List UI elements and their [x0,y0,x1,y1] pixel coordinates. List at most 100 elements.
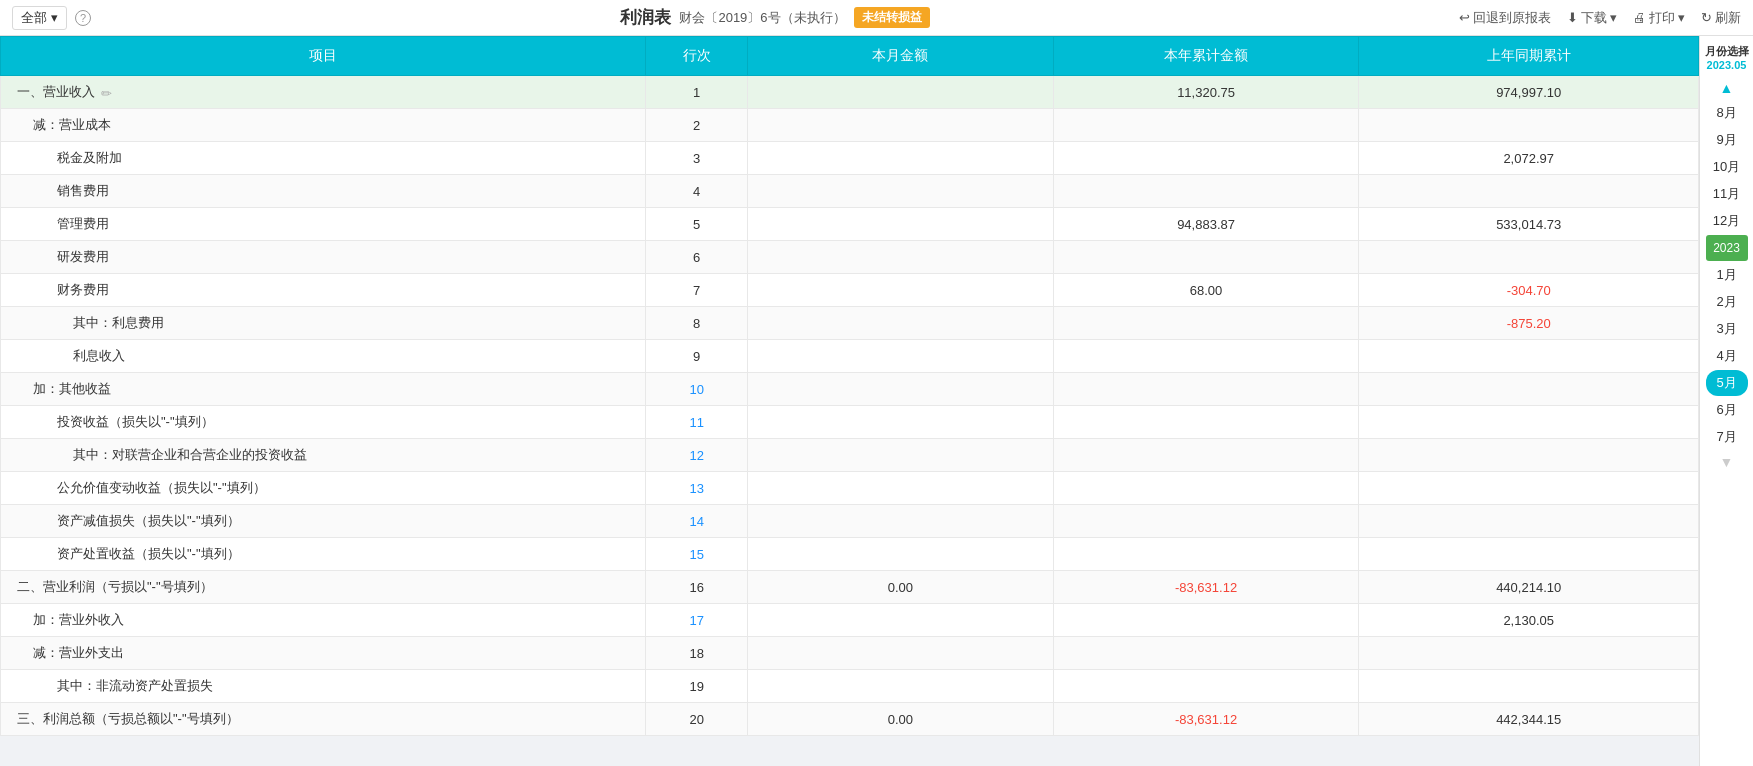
month-item[interactable]: 6月 [1706,397,1748,423]
top-bar-center: 利润表 财会〔2019〕6号（未执行） 未结转损益 [620,6,929,29]
month-item[interactable]: 3月 [1706,316,1748,342]
col-header-month: 本月金额 [748,37,1054,76]
row-num: 17 [646,604,748,637]
col-header-prev: 上年同期累计 [1359,37,1699,76]
row-prev-val: -875.20 [1359,307,1699,340]
month-nav-up[interactable]: ▲ [1713,77,1741,99]
row-num: 18 [646,637,748,670]
scope-selector[interactable]: 全部 ▾ [12,6,67,30]
row-year-val: 11,320.75 [1053,76,1359,109]
print-label: 打印 [1649,9,1675,27]
month-item[interactable]: 12月 [1706,208,1748,234]
month-sidebar-title: 月份选择 2023.05 [1703,40,1751,77]
row-label: 管理费用 [1,208,646,241]
month-item[interactable]: 8月 [1706,100,1748,126]
row-month-val [748,406,1054,439]
row-label: 销售费用 [1,175,646,208]
row-month-val [748,604,1054,637]
row-prev-val [1359,538,1699,571]
refresh-btn[interactable]: ↻ 刷新 [1701,9,1741,27]
report-subtitle: 财会〔2019〕6号（未执行） [679,9,845,27]
row-year-val [1053,373,1359,406]
row-label: 减：营业成本 [1,109,646,142]
row-prev-val: -304.70 [1359,274,1699,307]
row-prev-val [1359,241,1699,274]
main-content: 项目 行次 本月金额 本年累计金额 上年同期累计 一、营业收入✏ 1 11,32… [0,36,1753,766]
table-area: 项目 行次 本月金额 本年累计金额 上年同期累计 一、营业收入✏ 1 11,32… [0,36,1699,766]
unrealized-tag: 未结转损益 [854,7,930,28]
row-month-val [748,208,1054,241]
row-label: 利息收入 [1,340,646,373]
row-month-val: 0.00 [748,571,1054,604]
row-month-val [748,505,1054,538]
print-btn[interactable]: 🖨 打印 ▾ [1633,9,1685,27]
row-month-val [748,175,1054,208]
row-month-val [748,340,1054,373]
edit-icon[interactable]: ✏ [101,86,115,100]
month-item[interactable]: 4月 [1706,343,1748,369]
row-month-val: 0.00 [748,703,1054,736]
row-label: 其中：对联营企业和合营企业的投资收益 [1,439,646,472]
row-month-val [748,241,1054,274]
refresh-label: 刷新 [1715,9,1741,27]
row-month-val [748,373,1054,406]
row-prev-val [1359,472,1699,505]
row-label: 二、营业利润（亏损以"-"号填列） [1,571,646,604]
print-icon: 🖨 [1633,10,1646,25]
back-label: 回退到原报表 [1473,9,1551,27]
row-label: 投资收益（损失以"-"填列） [1,406,646,439]
row-year-val [1053,637,1359,670]
row-month-val [748,307,1054,340]
month-item[interactable]: 11月 [1706,181,1748,207]
sidebar-label: 月份选择 [1705,44,1749,58]
row-label: 其中：非流动资产处置损失 [1,670,646,703]
col-header-item: 项目 [1,37,646,76]
row-num: 9 [646,340,748,373]
row-year-val [1053,241,1359,274]
row-year-val [1053,439,1359,472]
month-item[interactable]: 5月 [1706,370,1748,396]
row-year-val [1053,109,1359,142]
month-item[interactable]: 10月 [1706,154,1748,180]
row-year-val [1053,472,1359,505]
back-icon: ↩ [1459,10,1470,25]
row-label: 加：营业外收入 [1,604,646,637]
month-item[interactable]: 2月 [1706,289,1748,315]
row-label: 一、营业收入✏ [1,76,646,109]
month-item[interactable]: 1月 [1706,262,1748,288]
back-to-original-btn[interactable]: ↩ 回退到原报表 [1459,9,1551,27]
row-prev-val: 2,130.05 [1359,604,1699,637]
row-num: 3 [646,142,748,175]
download-btn[interactable]: ⬇ 下载 ▾ [1567,9,1617,27]
row-num: 12 [646,439,748,472]
month-item[interactable]: 2023 [1706,235,1748,261]
row-month-val [748,670,1054,703]
row-num: 8 [646,307,748,340]
top-bar-left: 全部 ▾ ? [12,6,91,30]
row-year-val [1053,142,1359,175]
row-num: 7 [646,274,748,307]
download-icon: ⬇ [1567,10,1578,25]
row-prev-val [1359,439,1699,472]
month-item[interactable]: 9月 [1706,127,1748,153]
row-prev-val: 533,014.73 [1359,208,1699,241]
row-prev-val [1359,340,1699,373]
row-num: 14 [646,505,748,538]
row-year-val: 94,883.87 [1053,208,1359,241]
row-num: 16 [646,571,748,604]
help-icon[interactable]: ? [75,10,91,26]
top-bar-right: ↩ 回退到原报表 ⬇ 下载 ▾ 🖨 打印 ▾ ↻ 刷新 [1459,9,1741,27]
row-num: 1 [646,76,748,109]
sidebar-year: 2023.05 [1705,58,1749,72]
row-label: 三、利润总额（亏损总额以"-"号填列） [1,703,646,736]
row-prev-val [1359,109,1699,142]
row-prev-val: 2,072.97 [1359,142,1699,175]
row-num: 11 [646,406,748,439]
dropdown-arrow2: ▾ [1678,10,1685,25]
download-label: 下载 [1581,9,1607,27]
scope-label: 全部 [21,9,47,27]
month-item[interactable]: 7月 [1706,424,1748,450]
report-title: 利润表 [620,6,671,29]
row-num: 10 [646,373,748,406]
row-prev-val: 440,214.10 [1359,571,1699,604]
